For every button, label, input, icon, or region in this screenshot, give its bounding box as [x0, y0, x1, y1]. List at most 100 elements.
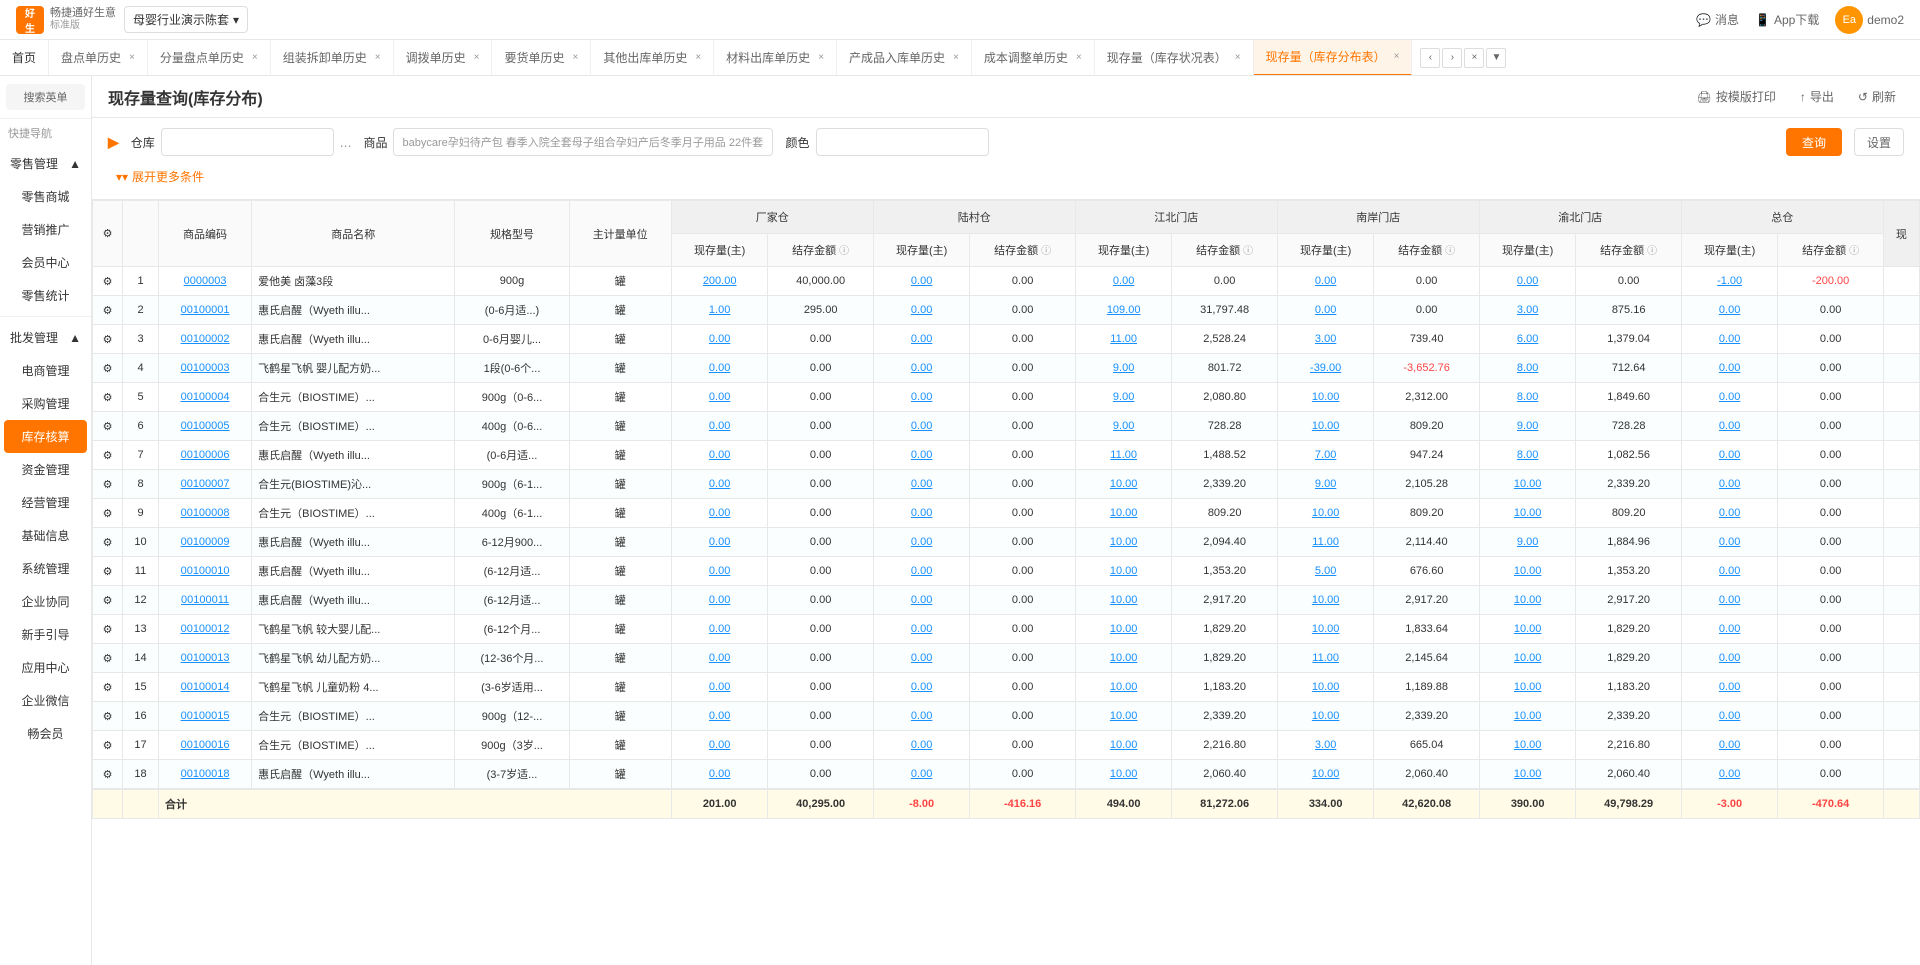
- row-code[interactable]: 00100004: [159, 383, 252, 412]
- row-code[interactable]: 00100001: [159, 296, 252, 325]
- row-total-qty[interactable]: 0.00: [1681, 296, 1778, 325]
- row-f-qty[interactable]: 0.00: [671, 615, 768, 644]
- sidebar-item-purchase[interactable]: 采购管理: [0, 387, 91, 420]
- row-code[interactable]: 00100018: [159, 760, 252, 790]
- row-l-qty[interactable]: 0.00: [873, 383, 970, 412]
- tab-close-8[interactable]: ×: [953, 52, 959, 63]
- row-nb-qty[interactable]: 0.00: [1277, 296, 1374, 325]
- tab-close-all-btn[interactable]: ×: [1464, 48, 1484, 68]
- row-nb-qty[interactable]: 3.00: [1277, 731, 1374, 760]
- row-code[interactable]: 00100013: [159, 644, 252, 673]
- row-gear[interactable]: ⚙: [93, 325, 123, 354]
- row-code[interactable]: 00100005: [159, 412, 252, 441]
- row-code[interactable]: 00100011: [159, 586, 252, 615]
- tab-expand-btn[interactable]: ▼: [1486, 48, 1506, 68]
- row-total-qty[interactable]: 0.00: [1681, 441, 1778, 470]
- row-code[interactable]: 00100010: [159, 557, 252, 586]
- row-code[interactable]: 00100015: [159, 702, 252, 731]
- tab-7[interactable]: 材料出库单历史 ×: [714, 40, 837, 76]
- row-l-qty[interactable]: 0.00: [873, 615, 970, 644]
- sidebar-item-operations[interactable]: 经营管理: [0, 486, 91, 519]
- row-f-qty[interactable]: 0.00: [671, 412, 768, 441]
- row-gear[interactable]: ⚙: [93, 296, 123, 325]
- row-l-qty[interactable]: 0.00: [873, 702, 970, 731]
- row-yb-qty[interactable]: 10.00: [1479, 499, 1576, 528]
- row-f-qty[interactable]: 0.00: [671, 702, 768, 731]
- goods-input[interactable]: [393, 128, 773, 156]
- filter-toggle-btn[interactable]: ▶: [108, 134, 119, 151]
- tab-close-2[interactable]: ×: [252, 52, 258, 63]
- row-total-qty[interactable]: 0.00: [1681, 586, 1778, 615]
- row-jb-qty[interactable]: 10.00: [1075, 731, 1172, 760]
- row-code[interactable]: 00100006: [159, 441, 252, 470]
- row-l-qty[interactable]: 0.00: [873, 644, 970, 673]
- row-code[interactable]: 00100008: [159, 499, 252, 528]
- row-gear[interactable]: ⚙: [93, 557, 123, 586]
- row-total-qty[interactable]: 0.00: [1681, 644, 1778, 673]
- row-gear[interactable]: ⚙: [93, 354, 123, 383]
- row-gear[interactable]: ⚙: [93, 702, 123, 731]
- row-code[interactable]: 00100002: [159, 325, 252, 354]
- row-l-qty[interactable]: 0.00: [873, 557, 970, 586]
- row-gear[interactable]: ⚙: [93, 383, 123, 412]
- row-l-qty[interactable]: 0.00: [873, 586, 970, 615]
- row-gear[interactable]: ⚙: [93, 441, 123, 470]
- sidebar-item-system[interactable]: 系统管理: [0, 552, 91, 585]
- tab-home[interactable]: 首页: [0, 40, 49, 76]
- row-code[interactable]: 0000003: [159, 267, 252, 296]
- tab-close-1[interactable]: ×: [129, 52, 135, 63]
- row-yb-qty[interactable]: 10.00: [1479, 557, 1576, 586]
- row-total-qty[interactable]: 0.00: [1681, 731, 1778, 760]
- tab-1[interactable]: 盘点单历史 ×: [49, 40, 148, 76]
- row-yb-qty[interactable]: 6.00: [1479, 325, 1576, 354]
- row-nb-qty[interactable]: -39.00: [1277, 354, 1374, 383]
- info-icon-3[interactable]: ⓘ: [1243, 246, 1253, 257]
- row-yb-qty[interactable]: 10.00: [1479, 731, 1576, 760]
- query-button[interactable]: 查询: [1786, 128, 1842, 156]
- user-area[interactable]: Ea demo2: [1835, 6, 1904, 34]
- row-nb-qty[interactable]: 10.00: [1277, 383, 1374, 412]
- tab-next-btn[interactable]: ›: [1442, 48, 1462, 68]
- tab-close-10[interactable]: ×: [1235, 52, 1241, 63]
- tab-10[interactable]: 现存量（库存状况表） ×: [1095, 40, 1254, 76]
- row-gear[interactable]: ⚙: [93, 586, 123, 615]
- row-l-qty[interactable]: 0.00: [873, 412, 970, 441]
- tab-close-5[interactable]: ×: [572, 52, 578, 63]
- row-gear[interactable]: ⚙: [93, 470, 123, 499]
- info-icon-4[interactable]: ⓘ: [1445, 246, 1455, 257]
- sidebar-item-guide[interactable]: 新手引导: [0, 618, 91, 651]
- info-icon-2[interactable]: ⓘ: [1041, 246, 1051, 257]
- sidebar-item-member[interactable]: 会员中心: [0, 246, 91, 279]
- refresh-btn[interactable]: ↺ 刷新: [1850, 84, 1904, 109]
- row-nb-qty[interactable]: 10.00: [1277, 499, 1374, 528]
- export-btn[interactable]: ↑ 导出: [1792, 84, 1842, 109]
- row-l-qty[interactable]: 0.00: [873, 760, 970, 790]
- row-l-qty[interactable]: 0.00: [873, 267, 970, 296]
- row-code[interactable]: 00100009: [159, 528, 252, 557]
- sidebar-item-retail-mgmt[interactable]: 零售管理 ▲: [0, 147, 91, 180]
- info-icon-6[interactable]: ⓘ: [1849, 246, 1859, 257]
- row-jb-qty[interactable]: 10.00: [1075, 499, 1172, 528]
- row-jb-qty[interactable]: 11.00: [1075, 441, 1172, 470]
- row-f-qty[interactable]: 0.00: [671, 325, 768, 354]
- tab-close-9[interactable]: ×: [1076, 52, 1082, 63]
- warehouse-input[interactable]: [161, 128, 334, 156]
- row-f-qty[interactable]: 0.00: [671, 731, 768, 760]
- tab-11-active[interactable]: 现存量（库存分布表） ×: [1254, 40, 1413, 76]
- row-nb-qty[interactable]: 9.00: [1277, 470, 1374, 499]
- row-total-qty[interactable]: 0.00: [1681, 615, 1778, 644]
- tab-8[interactable]: 产成品入库单历史 ×: [837, 40, 972, 76]
- row-total-qty[interactable]: 0.00: [1681, 673, 1778, 702]
- row-gear[interactable]: ⚙: [93, 412, 123, 441]
- sidebar-item-wechat[interactable]: 企业微信: [0, 684, 91, 717]
- row-jb-qty[interactable]: 10.00: [1075, 644, 1172, 673]
- row-nb-qty[interactable]: 0.00: [1277, 267, 1374, 296]
- row-gear[interactable]: ⚙: [93, 673, 123, 702]
- row-l-qty[interactable]: 0.00: [873, 325, 970, 354]
- tab-3[interactable]: 组装拆卸单历史 ×: [271, 40, 394, 76]
- row-yb-qty[interactable]: 10.00: [1479, 586, 1576, 615]
- tab-2[interactable]: 分量盘点单历史 ×: [148, 40, 271, 76]
- info-icon-5[interactable]: ⓘ: [1647, 246, 1657, 257]
- sidebar-item-retail-stats[interactable]: 零售统计: [0, 279, 91, 312]
- row-nb-qty[interactable]: 10.00: [1277, 760, 1374, 790]
